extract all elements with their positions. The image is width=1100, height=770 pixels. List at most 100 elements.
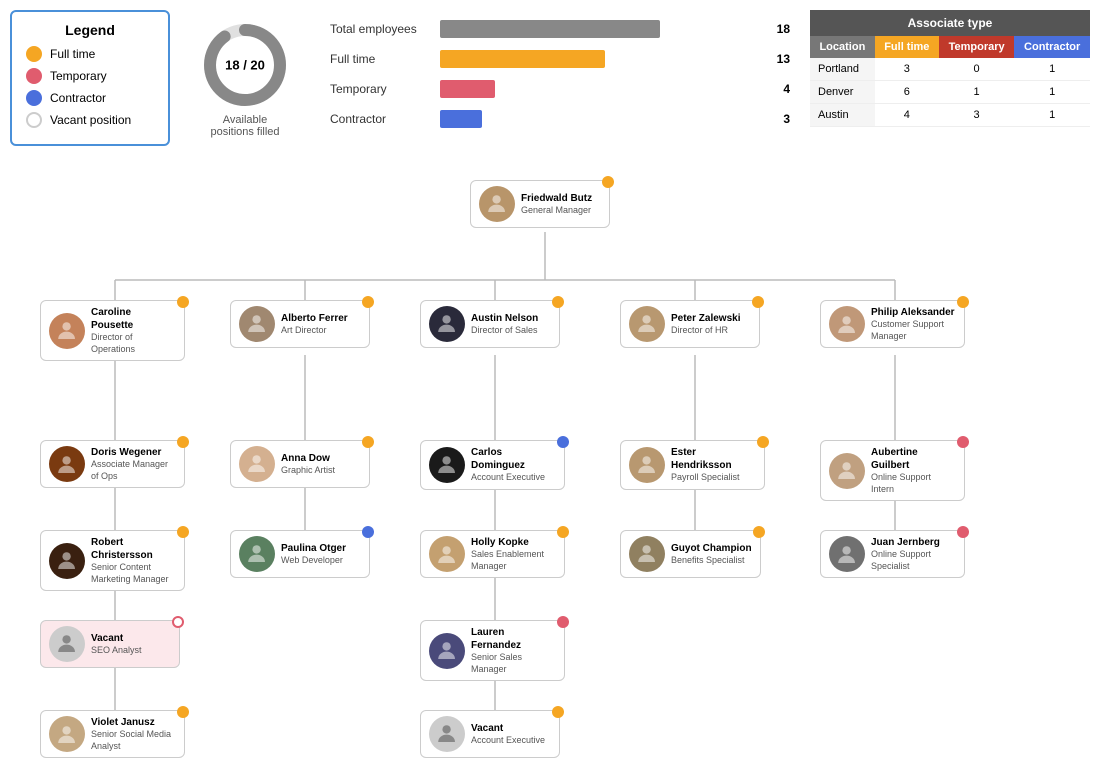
stat-bar-contractor (440, 110, 482, 128)
node-card-juan[interactable]: Juan JernbergOnline Support Specialist (820, 530, 965, 578)
stat-bar-contractor-container (440, 110, 755, 128)
node-role: Art Director (281, 325, 348, 337)
node-card-austin[interactable]: Austin NelsonDirector of Sales (420, 300, 560, 348)
denver-contractor: 1 (1014, 81, 1090, 104)
node-role: Director of Operations (91, 332, 176, 355)
node-info-friedwald: Friedwald ButzGeneral Manager (521, 192, 592, 217)
node-type-dot (362, 526, 374, 538)
node-role: Graphic Artist (281, 465, 335, 477)
node-type-dot (177, 296, 189, 308)
node-role: Web Developer (281, 555, 346, 567)
stat-bar-fulltime-container (440, 50, 755, 68)
node-type-dot (557, 436, 569, 448)
node-info-ester: Ester HendrikssonPayroll Specialist (671, 446, 756, 484)
node-info-doris: Doris WegenerAssociate Manager of Ops (91, 446, 176, 482)
avatar-paulina (239, 536, 275, 572)
austin-temporary: 3 (939, 104, 1014, 127)
node-info-peter: Peter ZalewskiDirector of HR (671, 312, 740, 337)
node-type-dot (362, 436, 374, 448)
node-name: Aubertine Guilbert (871, 446, 956, 472)
node-card-guyot[interactable]: Guyot ChampionBenefits Specialist (620, 530, 761, 578)
stat-row-total: Total employees 18 (330, 20, 790, 38)
denver-temporary: 1 (939, 81, 1014, 104)
page: Legend Full time Temporary Contractor Va… (0, 0, 1100, 740)
stat-bar-total (440, 20, 660, 38)
node-card-holly[interactable]: Holly KopkeSales Enablement Manager (420, 530, 565, 578)
node-card-doris[interactable]: Doris WegenerAssociate Manager of Ops (40, 440, 185, 488)
avatar-peter (629, 306, 665, 342)
node-card-alberto[interactable]: Alberto FerrerArt Director (230, 300, 370, 348)
node-card-caroline[interactable]: Caroline PousetteDirector of Operations (40, 300, 185, 361)
col-fulltime: Full time (875, 36, 939, 58)
avatar-holly (429, 536, 465, 572)
node-name: Ester Hendriksson (671, 446, 756, 472)
node-name: Juan Jernberg (871, 536, 956, 549)
node-name: Robert Christersson (91, 536, 176, 562)
node-card-violet[interactable]: Violet JanuszSenior Social Media Analyst (40, 710, 185, 758)
portland-fulltime: 3 (875, 58, 939, 81)
node-info-guyot: Guyot ChampionBenefits Specialist (671, 542, 752, 567)
legend-title: Legend (26, 22, 154, 38)
austin-fulltime: 4 (875, 104, 939, 127)
node-card-ester[interactable]: Ester HendrikssonPayroll Specialist (620, 440, 765, 490)
node-card-vacant[interactable]: VacantAccount Executive (420, 710, 560, 758)
avatar-carlos (429, 447, 465, 483)
node-card-carlos[interactable]: Carlos DominguezAccount Executive (420, 440, 565, 490)
node-card-anna[interactable]: Anna DowGraphic Artist (230, 440, 370, 488)
stat-value-contractor: 3 (765, 112, 790, 126)
node-role: General Manager (521, 205, 592, 217)
node-name: Friedwald Butz (521, 192, 592, 205)
avatar-vacant (49, 626, 85, 662)
location-denver: Denver (810, 81, 875, 104)
node-name: Violet Janusz (91, 716, 176, 729)
avatar-anna (239, 446, 275, 482)
stat-row-fulltime: Full time 13 (330, 50, 790, 68)
associate-table: Associate type Location Full time Tempor… (810, 10, 1090, 127)
fulltime-dot (26, 46, 42, 62)
node-role: Associate Manager of Ops (91, 459, 176, 482)
node-type-dot (753, 526, 765, 538)
node-info-holly: Holly KopkeSales Enablement Manager (471, 536, 556, 572)
node-card-paulina[interactable]: Paulina OtgerWeb Developer (230, 530, 370, 578)
node-card-peter[interactable]: Peter ZalewskiDirector of HR (620, 300, 760, 348)
stat-value-fulltime: 13 (765, 52, 790, 66)
stat-label-fulltime: Full time (330, 52, 430, 66)
node-role: Director of HR (671, 325, 740, 337)
org-chart: Friedwald ButzGeneral Manager Caroline P… (10, 170, 1090, 730)
node-type-dot (752, 296, 764, 308)
node-card-aubertine[interactable]: Aubertine GuilbertOnline Support Intern (820, 440, 965, 501)
location-portland: Portland (810, 58, 875, 81)
avatar-vacant (429, 716, 465, 752)
node-card-friedwald[interactable]: Friedwald ButzGeneral Manager (470, 180, 610, 228)
temporary-dot (26, 68, 42, 84)
node-name: Holly Kopke (471, 536, 556, 549)
node-name: Paulina Otger (281, 542, 346, 555)
node-role: Director of Sales (471, 325, 538, 337)
node-info-juan: Juan JernbergOnline Support Specialist (871, 536, 956, 572)
node-info-violet: Violet JanuszSenior Social Media Analyst (91, 716, 176, 752)
node-name: Philip Aleksander (871, 306, 956, 319)
vacant-dot (26, 112, 42, 128)
avatar-aubertine (829, 453, 865, 489)
portland-temporary: 0 (939, 58, 1014, 81)
node-card-robert[interactable]: Robert ChristerssonSenior Content Market… (40, 530, 185, 591)
legend-item-fulltime: Full time (26, 46, 154, 62)
node-info-robert: Robert ChristerssonSenior Content Market… (91, 536, 176, 585)
donut-label: 18 / 20 (225, 58, 265, 73)
node-card-vacant[interactable]: VacantSEO Analyst (40, 620, 180, 668)
donut-chart: 18 / 20 (200, 20, 290, 110)
node-role: Account Executive (471, 472, 556, 484)
node-info-carlos: Carlos DominguezAccount Executive (471, 446, 556, 484)
node-name: Guyot Champion (671, 542, 752, 555)
node-info-anna: Anna DowGraphic Artist (281, 452, 335, 477)
node-name: Vacant (471, 722, 545, 735)
node-card-lauren[interactable]: Lauren FernandezSenior Sales Manager (420, 620, 565, 681)
node-info-aubertine: Aubertine GuilbertOnline Support Intern (871, 446, 956, 495)
location-austin: Austin (810, 104, 875, 127)
table-row-portland: Portland 3 0 1 (810, 58, 1090, 81)
node-card-philip[interactable]: Philip AleksanderCustomer Support Manage… (820, 300, 965, 348)
stats-section: Total employees 18 Full time 13 Temporar… (320, 10, 800, 150)
node-type-dot (557, 526, 569, 538)
node-name: Peter Zalewski (671, 312, 740, 325)
stat-label-temporary: Temporary (330, 82, 430, 96)
